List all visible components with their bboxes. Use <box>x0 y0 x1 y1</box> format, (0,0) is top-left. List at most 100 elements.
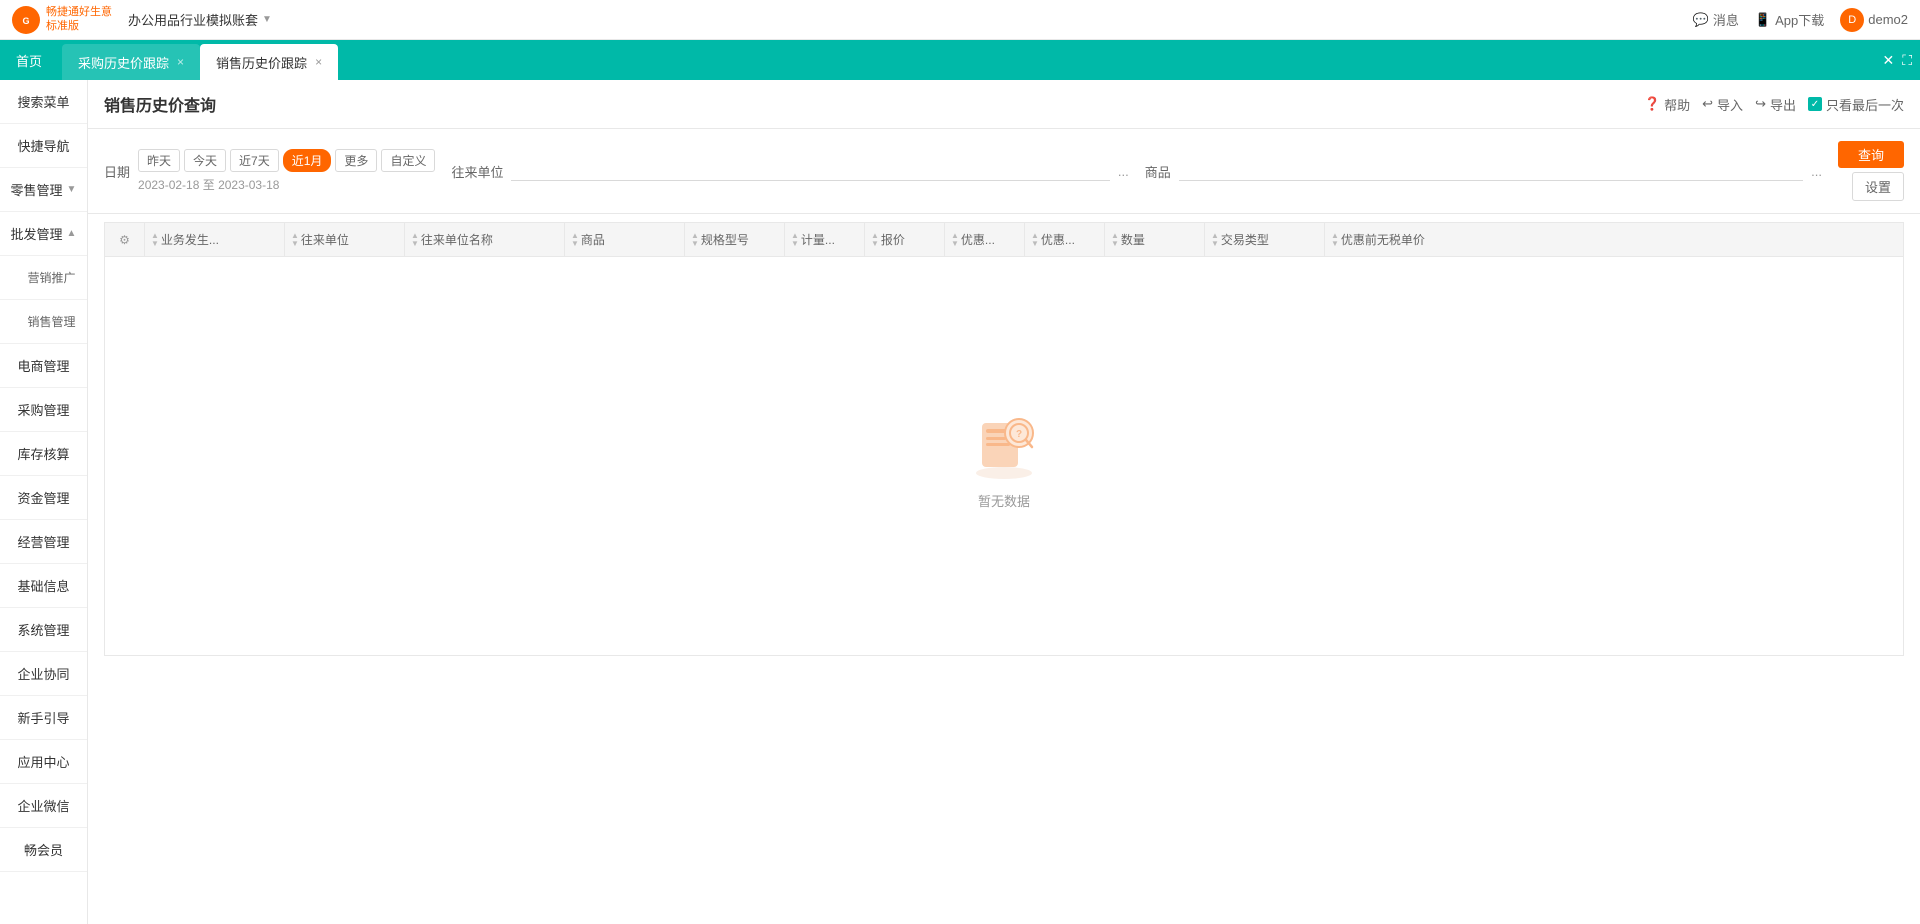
retail-arrow-icon: ▼ <box>67 184 77 195</box>
sidebar-item-quicknav[interactable]: 快捷导航 <box>0 124 87 168</box>
sidebar-item-inventory[interactable]: 库存核算 <box>0 432 87 476</box>
sort-arrows-price[interactable]: ▲▼ <box>871 232 879 248</box>
tab-purchase-history[interactable]: 采购历史价跟踪 × <box>62 44 200 80</box>
empty-state: ? 暂无数据 <box>924 363 1084 550</box>
sort-arrows-partner-name[interactable]: ▲▼ <box>411 232 419 248</box>
maximize-icon[interactable]: ⛶ <box>1902 52 1912 69</box>
sort-arrows-pretax[interactable]: ▲▼ <box>1331 232 1339 248</box>
date-btn-more[interactable]: 更多 <box>335 149 377 172</box>
only-last-checkbox[interactable]: ✓ <box>1808 97 1822 111</box>
sidebar-item-system[interactable]: 系统管理 <box>0 608 87 652</box>
sort-arrows-date[interactable]: ▲▼ <box>151 232 159 248</box>
sidebar-item-purchase[interactable]: 采购管理 <box>0 388 87 432</box>
th-discount2-label: 优惠... <box>1041 231 1075 248</box>
help-icon: ❓ <box>1644 96 1660 112</box>
th-unit: ▲▼ 计量... <box>785 223 865 256</box>
search-button[interactable]: 查询 <box>1838 141 1904 168</box>
sidebar-wholesale-label: 批发管理 <box>11 224 63 243</box>
close-all-icon[interactable]: ✕ <box>1882 52 1894 69</box>
sidebar-purchase-label: 采购管理 <box>17 400 69 419</box>
user-action[interactable]: D demo2 <box>1840 8 1908 32</box>
user-name: demo2 <box>1868 12 1908 27</box>
tab2-label: 销售历史价跟踪 <box>216 53 307 72</box>
date-filter-label: 日期 <box>104 162 130 181</box>
sidebar-item-finance[interactable]: 资金管理 <box>0 476 87 520</box>
message-icon: 💬 <box>1693 12 1709 28</box>
sidebar-item-retail[interactable]: 零售管理 ▼ <box>0 168 87 212</box>
logo-area: G 畅捷通好生意 标准版 <box>12 6 112 34</box>
table-settings-cell[interactable]: ⚙ <box>105 223 145 256</box>
date-btn-today[interactable]: 今天 <box>184 149 226 172</box>
sort-arrows-qty[interactable]: ▲▼ <box>1111 232 1119 248</box>
tab2-close-icon[interactable]: × <box>315 55 322 69</box>
content-area: 销售历史价查询 ❓ 帮助 ↩ 导入 ↪ 导出 ✓ <box>88 80 1920 924</box>
only-last-label: 只看最后一次 <box>1826 95 1904 114</box>
sidebar-marketing-label: 营销推广 <box>27 269 75 286</box>
tab-sales-history[interactable]: 销售历史价跟踪 × <box>200 44 338 80</box>
help-label: 帮助 <box>1664 95 1690 114</box>
page-header: 销售历史价查询 ❓ 帮助 ↩ 导入 ↪ 导出 ✓ <box>88 80 1920 129</box>
sort-arrows-trade[interactable]: ▲▼ <box>1211 232 1219 248</box>
only-last-checkbox-group[interactable]: ✓ 只看最后一次 <box>1808 95 1904 114</box>
app-download-action[interactable]: 📱 App下载 <box>1755 10 1824 29</box>
sort-arrows-discount1[interactable]: ▲▼ <box>951 232 959 248</box>
goods-filter-dots[interactable]: ... <box>1811 164 1822 179</box>
sidebar-basic-label: 基础信息 <box>17 576 69 595</box>
sidebar-enterprise-label: 企业协同 <box>17 664 69 683</box>
sidebar-item-enterprise[interactable]: 企业协同 <box>0 652 87 696</box>
sidebar-item-appcenter[interactable]: 应用中心 <box>0 740 87 784</box>
sort-arrows-partner[interactable]: ▲▼ <box>291 232 299 248</box>
tab1-close-icon[interactable]: × <box>177 55 184 69</box>
sidebar-item-basic[interactable]: 基础信息 <box>0 564 87 608</box>
dropdown-arrow-icon: ▼ <box>262 14 272 25</box>
sidebar-item-ecommerce[interactable]: 电商管理 <box>0 344 87 388</box>
gear-icon[interactable]: ⚙ <box>119 233 130 247</box>
phone-icon: 📱 <box>1755 12 1771 28</box>
date-btn-yesterday[interactable]: 昨天 <box>138 149 180 172</box>
import-action[interactable]: ↩ 导入 <box>1702 95 1743 114</box>
sort-arrows-discount2[interactable]: ▲▼ <box>1031 232 1039 248</box>
date-btn-custom[interactable]: 自定义 <box>381 149 435 172</box>
partner-filter-dots[interactable]: ... <box>1118 164 1129 179</box>
app-selector-label: 办公用品行业模拟账套 <box>128 10 258 29</box>
sidebar-item-guide[interactable]: 新手引导 <box>0 696 87 740</box>
tab-home[interactable]: 首页 <box>0 40 58 80</box>
header-right: 💬 消息 📱 App下载 D demo2 <box>1693 8 1908 32</box>
sort-arrows-spec[interactable]: ▲▼ <box>691 232 699 248</box>
sidebar-item-wholesale[interactable]: 批发管理 ▲ <box>0 212 87 256</box>
date-filter-group: 日期 昨天 今天 近7天 近1月 更多 自定义 2023-02-18 至 202… <box>104 149 435 193</box>
sidebar-inventory-label: 库存核算 <box>17 444 69 463</box>
sidebar-item-operations[interactable]: 经营管理 <box>0 520 87 564</box>
date-btn-1month[interactable]: 近1月 <box>283 149 332 172</box>
top-header: G 畅捷通好生意 标准版 办公用品行业模拟账套 ▼ 💬 消息 📱 App下载 D… <box>0 0 1920 40</box>
sidebar-appcenter-label: 应用中心 <box>17 752 69 771</box>
sidebar-item-marketing[interactable]: 营销推广 <box>0 256 87 300</box>
th-partner-name: ▲▼ 往来单位名称 <box>405 223 565 256</box>
sort-arrows-goods[interactable]: ▲▼ <box>571 232 579 248</box>
page-title: 销售历史价查询 <box>104 92 216 116</box>
import-label: 导入 <box>1717 95 1743 114</box>
tab-bar-actions: ✕ ⛶ <box>1882 52 1920 69</box>
sidebar-item-member[interactable]: 畅会员 <box>0 828 87 872</box>
th-trade-type: ▲▼ 交易类型 <box>1205 223 1325 256</box>
sidebar-item-wechat[interactable]: 企业微信 <box>0 784 87 828</box>
date-btn-7days[interactable]: 近7天 <box>230 149 279 172</box>
sidebar-finance-label: 资金管理 <box>17 488 69 507</box>
export-label: 导出 <box>1770 95 1796 114</box>
th-goods-label: 商品 <box>581 231 605 248</box>
sort-arrows-unit[interactable]: ▲▼ <box>791 232 799 248</box>
sidebar-operations-label: 经营管理 <box>17 532 69 551</box>
goods-filter-input[interactable] <box>1179 161 1803 181</box>
export-action[interactable]: ↪ 导出 <box>1755 95 1796 114</box>
th-qty: ▲▼ 数量 <box>1105 223 1205 256</box>
th-partner-label: 往来单位 <box>301 231 349 248</box>
sidebar-item-search[interactable]: 搜索菜单 <box>0 80 87 124</box>
partner-filter-input[interactable] <box>511 161 1109 181</box>
table-container: ⚙ ▲▼ 业务发生... ▲▼ 往来单位 ▲▼ 往来单位名称 <box>88 222 1920 656</box>
app-selector[interactable]: 办公用品行业模拟账套 ▼ <box>128 10 272 29</box>
message-action[interactable]: 💬 消息 <box>1693 10 1739 29</box>
settings-button[interactable]: 设置 <box>1852 172 1904 201</box>
sidebar-item-sales[interactable]: 销售管理 <box>0 300 87 344</box>
th-partner-name-label: 往来单位名称 <box>421 231 493 248</box>
help-action[interactable]: ❓ 帮助 <box>1644 95 1690 114</box>
